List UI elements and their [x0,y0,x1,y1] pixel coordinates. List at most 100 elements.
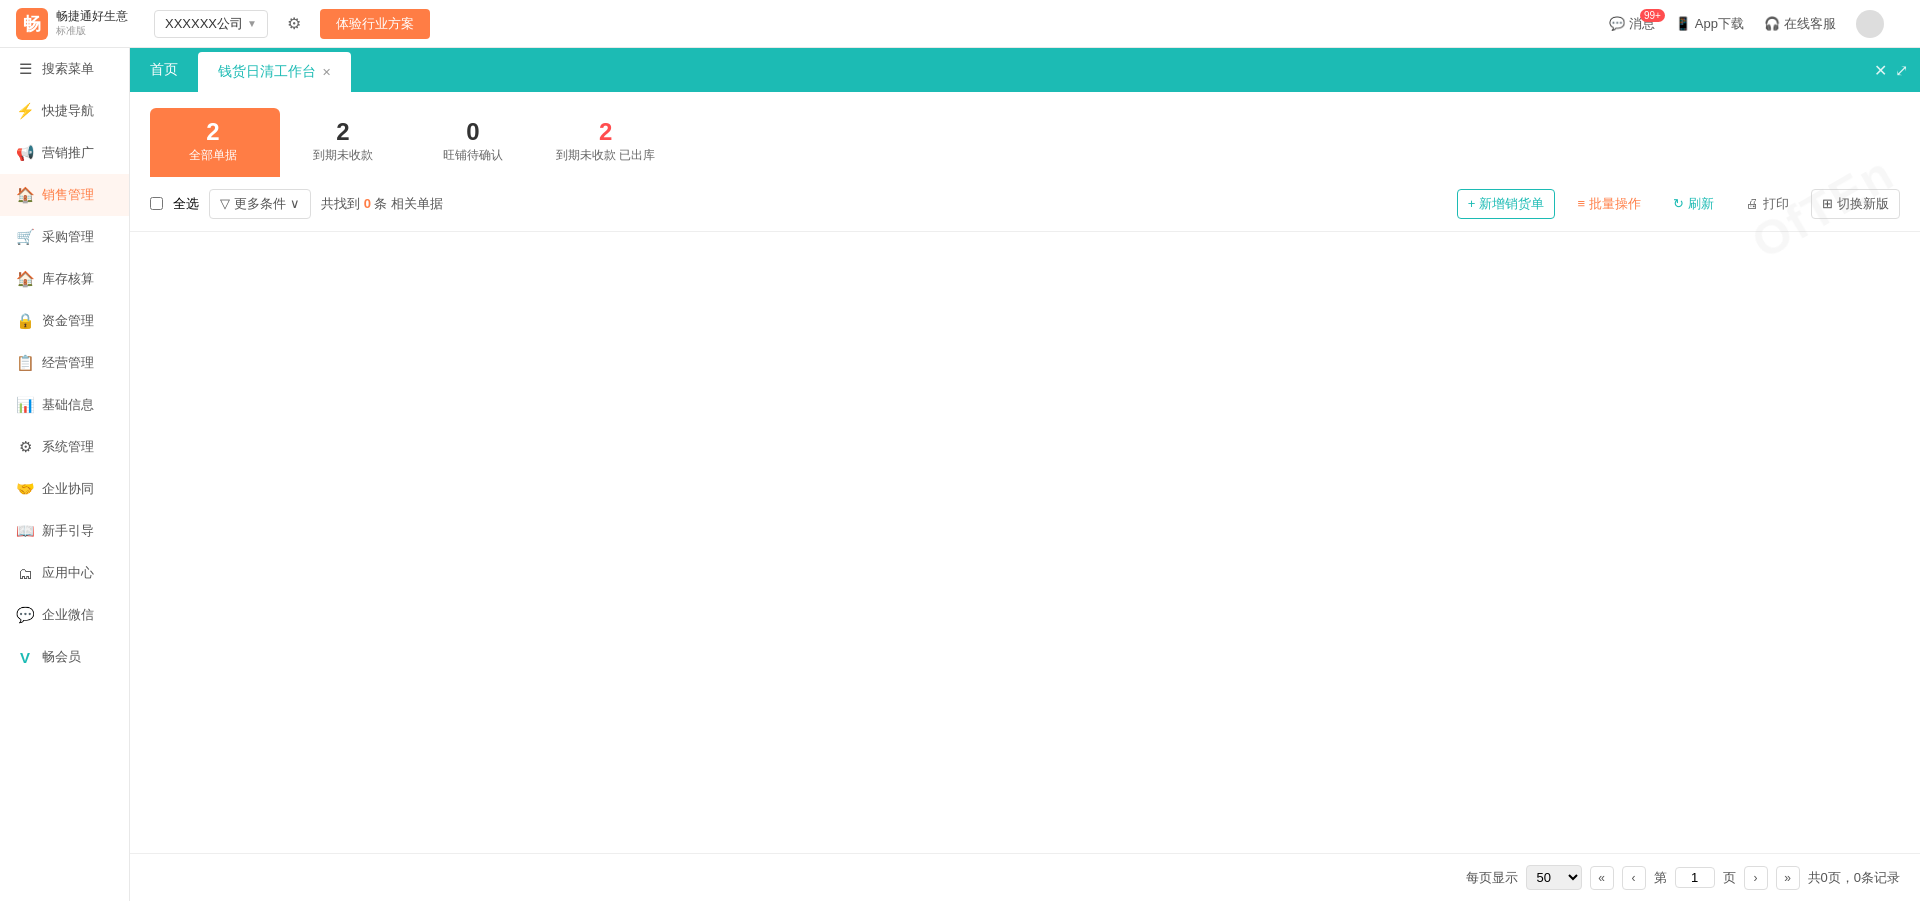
sidebar-item-quick-nav[interactable]: ⚡ 快捷导航 [0,90,129,132]
sidebar-item-enterprise[interactable]: 🤝 企业协同 [0,468,129,510]
system-icon: ⚙ [16,438,34,456]
tab-actions: ✕ ⤢ [1874,61,1920,80]
avatar[interactable] [1856,10,1884,38]
message-icon: 💬 [1609,16,1625,31]
sidebar-item-sales[interactable]: 🏠 销售管理 [0,174,129,216]
logo-icon: 畅 [16,8,48,40]
card-label-all: 全部单据 [166,147,260,164]
sidebar-item-purchase[interactable]: 🛒 采购管理 [0,216,129,258]
try-industry-button[interactable]: 体验行业方案 [320,9,430,39]
top-bar: 畅 畅捷通好生意 标准版 XXXXXX公司 ▼ ⚙ 体验行业方案 💬 消息 99… [0,0,1920,48]
tab-maximize-icon[interactable]: ⤢ [1895,61,1908,80]
operations-icon: 📋 [16,354,34,372]
page-next-button[interactable]: › [1744,866,1768,890]
page-first-button[interactable]: « [1590,866,1614,890]
online-service-item[interactable]: 🎧 在线客服 [1764,15,1836,33]
total-text: 共0页，0条记录 [1808,869,1900,887]
filter-icon: ▽ [220,196,230,211]
sidebar-item-app-center[interactable]: 🗂 应用中心 [0,552,129,594]
print-icon: 🖨 [1746,196,1759,211]
switch-new-version-button[interactable]: ⊞ 切换新版 [1811,189,1900,219]
message-item[interactable]: 💬 消息 99+ [1609,15,1655,33]
sidebar-item-marketing[interactable]: 📢 营销推广 [0,132,129,174]
sidebar-label-system: 系统管理 [42,438,94,456]
print-button[interactable]: 🖨 打印 [1736,190,1799,218]
sidebar-label-vip: 畅会员 [42,648,81,666]
sidebar-item-guide[interactable]: 📖 新手引导 [0,510,129,552]
summary-cards: 2 全部单据 2 到期未收款 0 旺铺待确认 2 到期未收款 已出库 [130,92,1920,177]
found-text: 共找到 0 条 相关单据 [321,195,443,213]
summary-card-shipped[interactable]: 2 到期未收款 已出库 [540,108,675,177]
tab-home[interactable]: 首页 [130,48,198,92]
sidebar-label-purchase: 采购管理 [42,228,94,246]
app-download-icon: 📱 [1675,16,1691,31]
add-sales-order-button[interactable]: + 新增销货单 [1457,189,1556,219]
sidebar-item-vip[interactable]: V 畅会员 [0,636,129,678]
batch-label: 批量操作 [1589,195,1641,213]
page-last-button[interactable]: » [1776,866,1800,890]
company-name: XXXXXX公司 [165,15,243,33]
finance-icon: 🔒 [16,312,34,330]
card-num-overdue: 2 [296,118,390,147]
refresh-label: 刷新 [1688,195,1714,213]
app-center-icon: 🗂 [16,565,34,582]
logo-badge: 标准版 [56,24,128,38]
page-prev-button[interactable]: ‹ [1622,866,1646,890]
summary-card-pending[interactable]: 0 旺铺待确认 [410,108,540,177]
content-area: 2 全部单据 2 到期未收款 0 旺铺待确认 2 到期未收款 已出库 全选 [130,92,1920,901]
sidebar-label-finance: 资金管理 [42,312,94,330]
summary-card-overdue[interactable]: 2 到期未收款 [280,108,410,177]
company-selector[interactable]: XXXXXX公司 ▼ [154,10,268,38]
marketing-icon: 📢 [16,144,34,162]
select-all-checkbox[interactable] [150,197,163,210]
summary-card-all[interactable]: 2 全部单据 [150,108,280,177]
headset-icon: 🎧 [1764,16,1780,31]
sidebar-item-search-menu[interactable]: ☰ 搜索菜单 [0,48,129,90]
batch-icon: ≡ [1577,196,1585,211]
message-badge: 99+ [1640,9,1665,22]
tab-minimize-icon[interactable]: ✕ [1874,61,1887,80]
sidebar-item-operations[interactable]: 📋 经营管理 [0,342,129,384]
card-label-shipped: 到期未收款 已出库 [556,147,655,164]
sidebar-item-finance[interactable]: 🔒 资金管理 [0,300,129,342]
table-area [130,232,1920,853]
batch-ops-button[interactable]: ≡ 批量操作 [1567,190,1651,218]
sidebar-item-basic-info[interactable]: 📊 基础信息 [0,384,129,426]
sidebar-item-system[interactable]: ⚙ 系统管理 [0,426,129,468]
tab-cashflow[interactable]: 钱货日清工作台 ✕ [198,52,351,92]
filter-label: 更多条件 [234,195,286,213]
search-menu-icon: ☰ [16,60,34,78]
basic-info-icon: 📊 [16,396,34,414]
sidebar-label-operations: 经营管理 [42,354,94,372]
filter-arrow-icon: ∨ [290,196,300,211]
page-di-label: 第 [1654,869,1667,887]
guide-icon: 📖 [16,522,34,540]
card-num-pending: 0 [426,118,520,147]
card-label-pending: 旺铺待确认 [426,147,520,164]
switch-label: 切换新版 [1837,195,1889,213]
sidebar-item-inventory[interactable]: 🏠 库存核算 [0,258,129,300]
page-size-select[interactable]: 50 100 200 [1526,865,1582,890]
logo-area: 畅 畅捷通好生意 标准版 [16,8,146,40]
found-suffix: 条 相关单据 [374,196,443,211]
settings-icon[interactable]: ⚙ [280,10,308,38]
refresh-icon: ↻ [1673,196,1684,211]
top-right-area: 💬 消息 99+ 📱 App下载 🎧 在线客服 [1609,10,1904,38]
logo-text: 畅捷通好生意 [56,9,128,25]
tab-cashflow-label: 钱货日清工作台 [218,63,316,81]
toolbar-left: 全选 ▽ 更多条件 ∨ 共找到 0 条 相关单据 [150,189,1445,219]
sidebar-label-marketing: 营销推广 [42,144,94,162]
sidebar-label-wechat: 企业微信 [42,606,94,624]
refresh-button[interactable]: ↻ 刷新 [1663,190,1724,218]
sidebar-item-wechat[interactable]: 💬 企业微信 [0,594,129,636]
tab-close-icon[interactable]: ✕ [322,66,331,79]
filter-button[interactable]: ▽ 更多条件 ∨ [209,189,311,219]
page-number-input[interactable] [1675,867,1715,888]
sidebar-label-app-center: 应用中心 [42,564,94,582]
sidebar-label-guide: 新手引导 [42,522,94,540]
toolbar-right: + 新增销货单 ≡ 批量操作 ↻ 刷新 🖨 打印 ⊞ 切换新版 [1457,189,1900,219]
app-download-item[interactable]: 📱 App下载 [1675,15,1744,33]
quick-nav-icon: ⚡ [16,102,34,120]
purchase-icon: 🛒 [16,228,34,246]
add-btn-label: 新增销货单 [1479,195,1544,213]
